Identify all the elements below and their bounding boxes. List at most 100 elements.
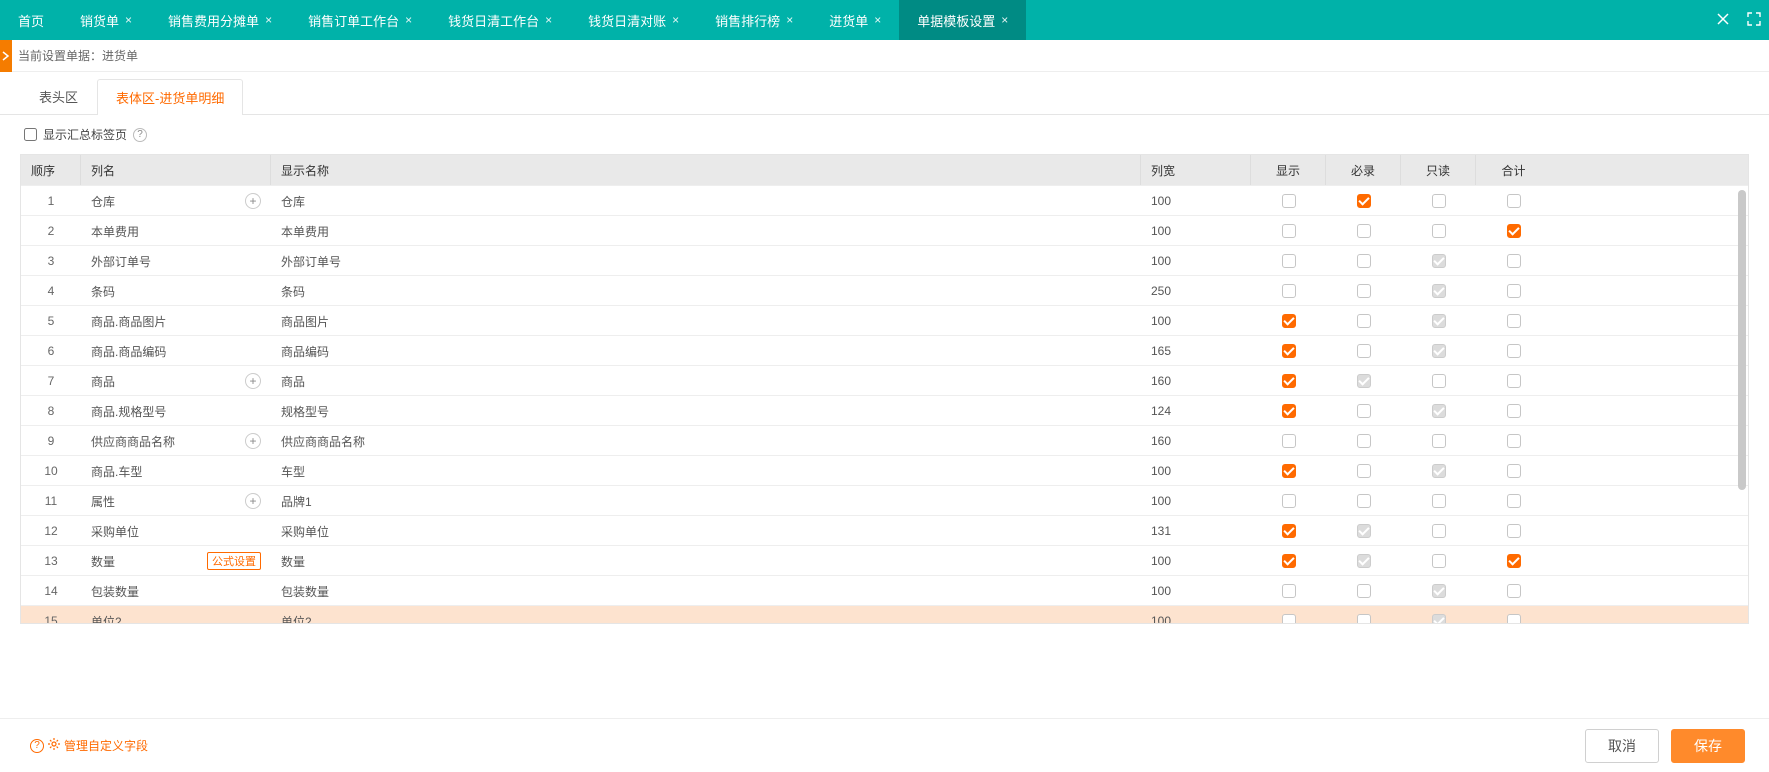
tab-close-icon[interactable]: × bbox=[125, 13, 132, 27]
sum-checkbox[interactable] bbox=[1507, 254, 1521, 268]
cell-display[interactable]: 条码 bbox=[271, 276, 1141, 306]
show-checkbox[interactable] bbox=[1282, 524, 1296, 538]
show-checkbox[interactable] bbox=[1282, 494, 1296, 508]
cell-display[interactable]: 本单费用 bbox=[271, 216, 1141, 246]
sum-checkbox[interactable] bbox=[1507, 464, 1521, 478]
help-icon[interactable]: ? bbox=[133, 128, 147, 142]
cell-width[interactable]: 100 bbox=[1141, 486, 1251, 516]
cell-width[interactable]: 100 bbox=[1141, 186, 1251, 216]
cell-display[interactable]: 单位2 bbox=[271, 606, 1141, 623]
top-tab[interactable]: 钱货日清工作台× bbox=[430, 0, 570, 40]
req-checkbox[interactable] bbox=[1357, 344, 1371, 358]
show-checkbox[interactable] bbox=[1282, 554, 1296, 568]
top-tab[interactable]: 销售排行榜× bbox=[697, 0, 811, 40]
top-tab[interactable]: 销售费用分摊单× bbox=[150, 0, 290, 40]
cell-width[interactable]: 250 bbox=[1141, 276, 1251, 306]
table-row[interactable]: 13数量公式设置数量100 bbox=[21, 545, 1748, 575]
show-checkbox[interactable] bbox=[1282, 194, 1296, 208]
sum-checkbox[interactable] bbox=[1507, 554, 1521, 568]
top-tab[interactable]: 单据模板设置× bbox=[899, 0, 1026, 40]
req-checkbox[interactable] bbox=[1357, 404, 1371, 418]
cell-width[interactable]: 100 bbox=[1141, 576, 1251, 606]
ro-checkbox[interactable] bbox=[1432, 224, 1446, 238]
table-row[interactable]: 6商品.商品编码商品编码165 bbox=[21, 335, 1748, 365]
cell-display[interactable]: 数量 bbox=[271, 546, 1141, 576]
expand-icon[interactable]: + bbox=[245, 373, 261, 389]
cell-width[interactable]: 160 bbox=[1141, 426, 1251, 456]
cell-width[interactable]: 100 bbox=[1141, 546, 1251, 576]
show-checkbox[interactable] bbox=[1282, 374, 1296, 388]
cancel-button[interactable]: 取消 bbox=[1585, 729, 1659, 763]
sum-checkbox[interactable] bbox=[1507, 614, 1521, 623]
top-tab[interactable]: 钱货日清对账× bbox=[570, 0, 697, 40]
top-tab[interactable]: 首页 bbox=[0, 0, 62, 40]
cell-width[interactable]: 100 bbox=[1141, 246, 1251, 276]
manage-custom-fields-link[interactable]: ? 管理自定义字段 bbox=[24, 737, 148, 754]
cell-width[interactable]: 124 bbox=[1141, 396, 1251, 426]
save-button[interactable]: 保存 bbox=[1671, 729, 1745, 763]
show-checkbox[interactable] bbox=[1282, 344, 1296, 358]
tab-close-icon[interactable]: × bbox=[786, 13, 793, 27]
scrollbar-thumb[interactable] bbox=[1738, 190, 1746, 490]
inner-tab[interactable]: 表头区 bbox=[20, 78, 97, 114]
ro-checkbox[interactable] bbox=[1432, 194, 1446, 208]
ro-checkbox[interactable] bbox=[1432, 494, 1446, 508]
expand-icon[interactable]: + bbox=[245, 433, 261, 449]
cell-display[interactable]: 商品图片 bbox=[271, 306, 1141, 336]
sum-checkbox[interactable] bbox=[1507, 284, 1521, 298]
sum-checkbox[interactable] bbox=[1507, 314, 1521, 328]
sum-checkbox[interactable] bbox=[1507, 584, 1521, 598]
req-checkbox[interactable] bbox=[1357, 464, 1371, 478]
top-tab[interactable]: 进货单× bbox=[811, 0, 899, 40]
inner-tab[interactable]: 表体区-进货单明细 bbox=[97, 79, 243, 115]
cell-width[interactable]: 100 bbox=[1141, 606, 1251, 623]
table-row[interactable]: 2本单费用本单费用100 bbox=[21, 215, 1748, 245]
tab-close-icon[interactable]: × bbox=[1001, 13, 1008, 27]
top-tab[interactable]: 销售订单工作台× bbox=[290, 0, 430, 40]
req-checkbox[interactable] bbox=[1357, 584, 1371, 598]
req-checkbox[interactable] bbox=[1357, 224, 1371, 238]
ro-checkbox[interactable] bbox=[1432, 434, 1446, 448]
show-checkbox[interactable] bbox=[1282, 284, 1296, 298]
cell-width[interactable]: 100 bbox=[1141, 216, 1251, 246]
req-checkbox[interactable] bbox=[1357, 314, 1371, 328]
table-row[interactable]: 8商品.规格型号规格型号124 bbox=[21, 395, 1748, 425]
ro-checkbox[interactable] bbox=[1432, 524, 1446, 538]
table-row[interactable]: 9供应商商品名称+供应商商品名称160 bbox=[21, 425, 1748, 455]
req-checkbox[interactable] bbox=[1357, 434, 1371, 448]
tab-close-icon[interactable]: × bbox=[672, 13, 679, 27]
cell-display[interactable]: 品牌1 bbox=[271, 486, 1141, 516]
table-row[interactable]: 1仓库+仓库100 bbox=[21, 185, 1748, 215]
show-checkbox[interactable] bbox=[1282, 224, 1296, 238]
sum-checkbox[interactable] bbox=[1507, 494, 1521, 508]
req-checkbox[interactable] bbox=[1357, 494, 1371, 508]
cell-display[interactable]: 包装数量 bbox=[271, 576, 1141, 606]
tab-close-icon[interactable]: × bbox=[874, 13, 881, 27]
sum-checkbox[interactable] bbox=[1507, 434, 1521, 448]
formula-button[interactable]: 公式设置 bbox=[207, 552, 261, 570]
req-checkbox[interactable] bbox=[1357, 614, 1371, 623]
sum-checkbox[interactable] bbox=[1507, 374, 1521, 388]
cell-display[interactable]: 商品编码 bbox=[271, 336, 1141, 366]
req-checkbox[interactable] bbox=[1357, 284, 1371, 298]
table-row[interactable]: 7商品+商品160 bbox=[21, 365, 1748, 395]
ro-checkbox[interactable] bbox=[1432, 374, 1446, 388]
table-row[interactable]: 5商品.商品图片商品图片100 bbox=[21, 305, 1748, 335]
expand-icon[interactable]: + bbox=[245, 493, 261, 509]
close-all-icon[interactable] bbox=[1717, 13, 1729, 28]
sum-checkbox[interactable] bbox=[1507, 524, 1521, 538]
show-checkbox[interactable] bbox=[1282, 434, 1296, 448]
show-checkbox[interactable] bbox=[1282, 464, 1296, 478]
cell-display[interactable]: 仓库 bbox=[271, 186, 1141, 216]
show-checkbox[interactable] bbox=[1282, 614, 1296, 623]
cell-width[interactable]: 165 bbox=[1141, 336, 1251, 366]
sum-checkbox[interactable] bbox=[1507, 194, 1521, 208]
req-checkbox[interactable] bbox=[1357, 254, 1371, 268]
top-tab[interactable]: 销货单× bbox=[62, 0, 150, 40]
cell-display[interactable]: 规格型号 bbox=[271, 396, 1141, 426]
sum-checkbox[interactable] bbox=[1507, 344, 1521, 358]
table-row[interactable]: 11属性+品牌1100 bbox=[21, 485, 1748, 515]
cell-display[interactable]: 外部订单号 bbox=[271, 246, 1141, 276]
show-checkbox[interactable] bbox=[1282, 584, 1296, 598]
table-row[interactable]: 3外部订单号外部订单号100 bbox=[21, 245, 1748, 275]
